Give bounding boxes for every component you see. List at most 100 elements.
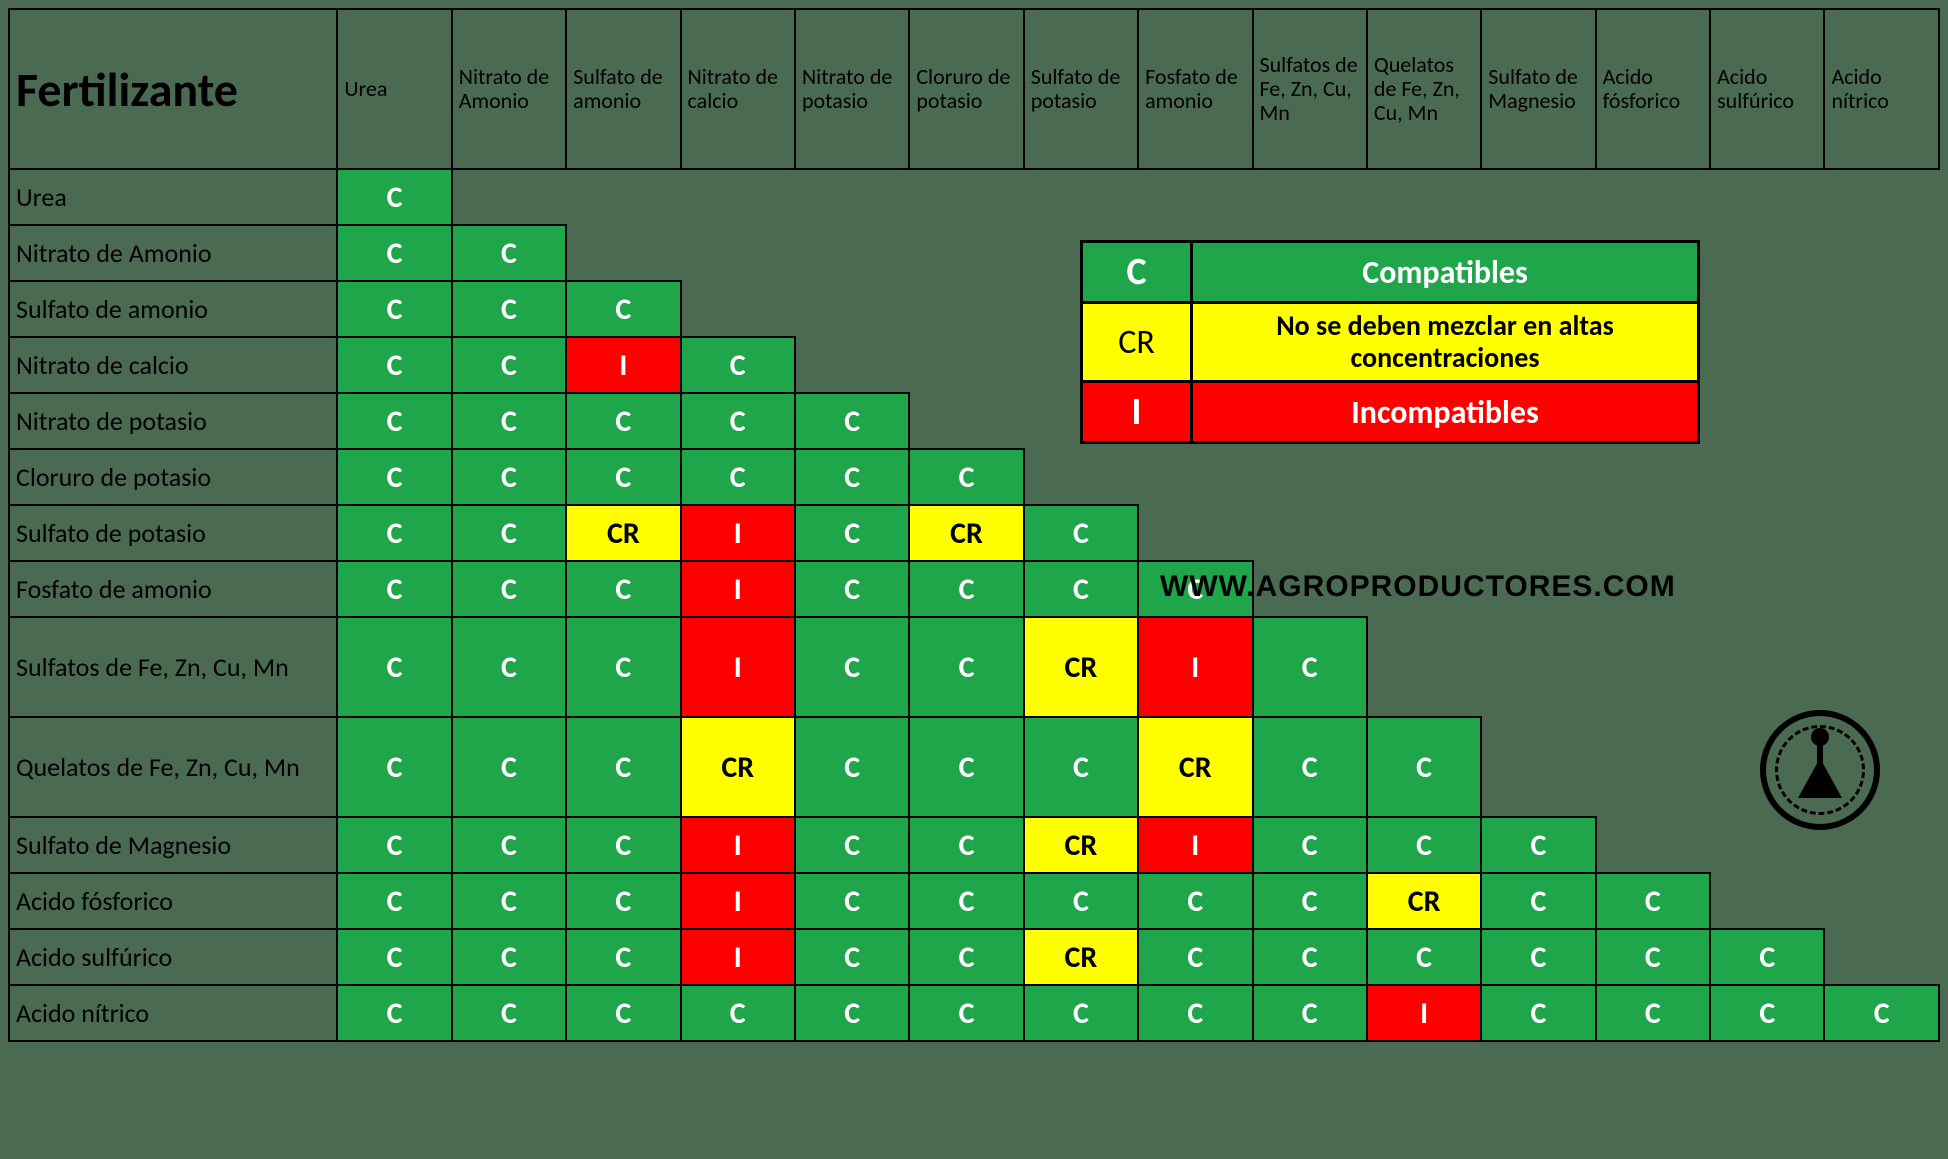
cell-blank bbox=[1710, 281, 1824, 337]
cell-blank bbox=[795, 281, 909, 337]
cell-4-0: C bbox=[337, 393, 451, 449]
cell-8-0: C bbox=[337, 617, 451, 717]
cell-4-1: C bbox=[452, 393, 566, 449]
cell-blank bbox=[452, 169, 566, 225]
cell-10-1: C bbox=[452, 817, 566, 873]
cell-9-4: C bbox=[795, 717, 909, 817]
cell-10-0: C bbox=[337, 817, 451, 873]
cell-blank bbox=[1710, 169, 1824, 225]
cell-11-1: C bbox=[452, 873, 566, 929]
cell-13-8: C bbox=[1253, 985, 1367, 1041]
col-head-4: Nitrato de potasio bbox=[795, 9, 909, 169]
cell-12-12: C bbox=[1710, 929, 1824, 985]
cell-13-6: C bbox=[1024, 985, 1138, 1041]
cell-blank bbox=[1824, 169, 1939, 225]
cell-7-2: C bbox=[566, 561, 680, 617]
cell-blank bbox=[909, 281, 1023, 337]
cell-13-11: C bbox=[1596, 985, 1710, 1041]
col-head-0: Urea bbox=[337, 9, 451, 169]
cell-2-0: C bbox=[337, 281, 451, 337]
cell-10-7: I bbox=[1138, 817, 1252, 873]
row-head-10: Sulfato de Magnesio bbox=[9, 817, 337, 873]
cell-10-4: C bbox=[795, 817, 909, 873]
row-head-0: Urea bbox=[9, 169, 337, 225]
cell-blank bbox=[1481, 449, 1595, 505]
cell-9-8: C bbox=[1253, 717, 1367, 817]
cell-blank bbox=[1138, 449, 1252, 505]
cell-8-7: I bbox=[1138, 617, 1252, 717]
header-row: Fertilizante UreaNitrato de AmonioSulfat… bbox=[9, 9, 1939, 169]
cell-11-7: C bbox=[1138, 873, 1252, 929]
row-head-11: Acido fósforico bbox=[9, 873, 337, 929]
cell-10-3: I bbox=[681, 817, 795, 873]
cell-13-9: I bbox=[1367, 985, 1481, 1041]
cell-12-1: C bbox=[452, 929, 566, 985]
table-row: Sulfato de potasioCCCRICCRC bbox=[9, 505, 1939, 561]
cell-13-10: C bbox=[1481, 985, 1595, 1041]
col-head-6: Sulfato de potasio bbox=[1024, 9, 1138, 169]
legend-text-i: Incompatibles bbox=[1192, 382, 1699, 443]
legend-text-c: Compatibles bbox=[1192, 242, 1699, 303]
cell-blank bbox=[1710, 873, 1824, 929]
cell-12-6: CR bbox=[1024, 929, 1138, 985]
cell-blank bbox=[795, 225, 909, 281]
cell-blank bbox=[1253, 169, 1367, 225]
cell-12-0: C bbox=[337, 929, 451, 985]
cell-5-4: C bbox=[795, 449, 909, 505]
cell-blank bbox=[1824, 505, 1939, 561]
cell-7-4: C bbox=[795, 561, 909, 617]
cell-6-1: C bbox=[452, 505, 566, 561]
cell-3-2: I bbox=[566, 337, 680, 393]
cell-blank bbox=[1481, 505, 1595, 561]
row-head-9: Quelatos de Fe, Zn, Cu, Mn bbox=[9, 717, 337, 817]
cell-5-0: C bbox=[337, 449, 451, 505]
table-row: Acido fósforicoCCCICCCCCCRCC bbox=[9, 873, 1939, 929]
cell-6-3: I bbox=[681, 505, 795, 561]
cell-13-12: C bbox=[1710, 985, 1824, 1041]
cell-blank bbox=[909, 337, 1023, 393]
cell-blank bbox=[1253, 505, 1367, 561]
compatibility-table: Fertilizante UreaNitrato de AmonioSulfat… bbox=[8, 8, 1940, 1042]
row-head-6: Sulfato de potasio bbox=[9, 505, 337, 561]
cell-11-5: C bbox=[909, 873, 1023, 929]
cell-blank bbox=[1367, 169, 1481, 225]
cell-blank bbox=[1253, 449, 1367, 505]
logo-icon bbox=[1760, 710, 1880, 830]
row-head-1: Nitrato de Amonio bbox=[9, 225, 337, 281]
cell-11-3: I bbox=[681, 873, 795, 929]
cell-8-6: CR bbox=[1024, 617, 1138, 717]
cell-11-6: C bbox=[1024, 873, 1138, 929]
col-head-8: Sulfatos de Fe, Zn, Cu, Mn bbox=[1253, 9, 1367, 169]
cell-9-2: C bbox=[566, 717, 680, 817]
cell-blank bbox=[1824, 873, 1939, 929]
cell-11-0: C bbox=[337, 873, 451, 929]
cell-8-3: I bbox=[681, 617, 795, 717]
col-head-3: Nitrato de calcio bbox=[681, 9, 795, 169]
website-watermark: WWW.AGROPRODUCTORES.COM bbox=[1160, 570, 1676, 604]
cell-blank bbox=[681, 169, 795, 225]
cell-8-4: C bbox=[795, 617, 909, 717]
cell-blank bbox=[1138, 169, 1252, 225]
cell-7-3: I bbox=[681, 561, 795, 617]
cell-10-2: C bbox=[566, 817, 680, 873]
cell-7-5: C bbox=[909, 561, 1023, 617]
cell-2-2: C bbox=[566, 281, 680, 337]
col-head-13: Acido nítrico bbox=[1824, 9, 1939, 169]
cell-12-3: I bbox=[681, 929, 795, 985]
cell-12-7: C bbox=[1138, 929, 1252, 985]
cell-blank bbox=[566, 225, 680, 281]
cell-blank bbox=[1710, 225, 1824, 281]
cell-blank bbox=[1710, 505, 1824, 561]
legend-code-cr: CR bbox=[1082, 303, 1192, 382]
row-head-5: Cloruro de potasio bbox=[9, 449, 337, 505]
cell-7-0: C bbox=[337, 561, 451, 617]
cell-blank bbox=[909, 169, 1023, 225]
cell-blank bbox=[1481, 169, 1595, 225]
cell-blank bbox=[909, 225, 1023, 281]
cell-4-4: C bbox=[795, 393, 909, 449]
cell-6-0: C bbox=[337, 505, 451, 561]
cell-blank bbox=[1824, 617, 1939, 717]
cell-5-5: C bbox=[909, 449, 1023, 505]
cell-blank bbox=[1710, 393, 1824, 449]
col-head-1: Nitrato de Amonio bbox=[452, 9, 566, 169]
